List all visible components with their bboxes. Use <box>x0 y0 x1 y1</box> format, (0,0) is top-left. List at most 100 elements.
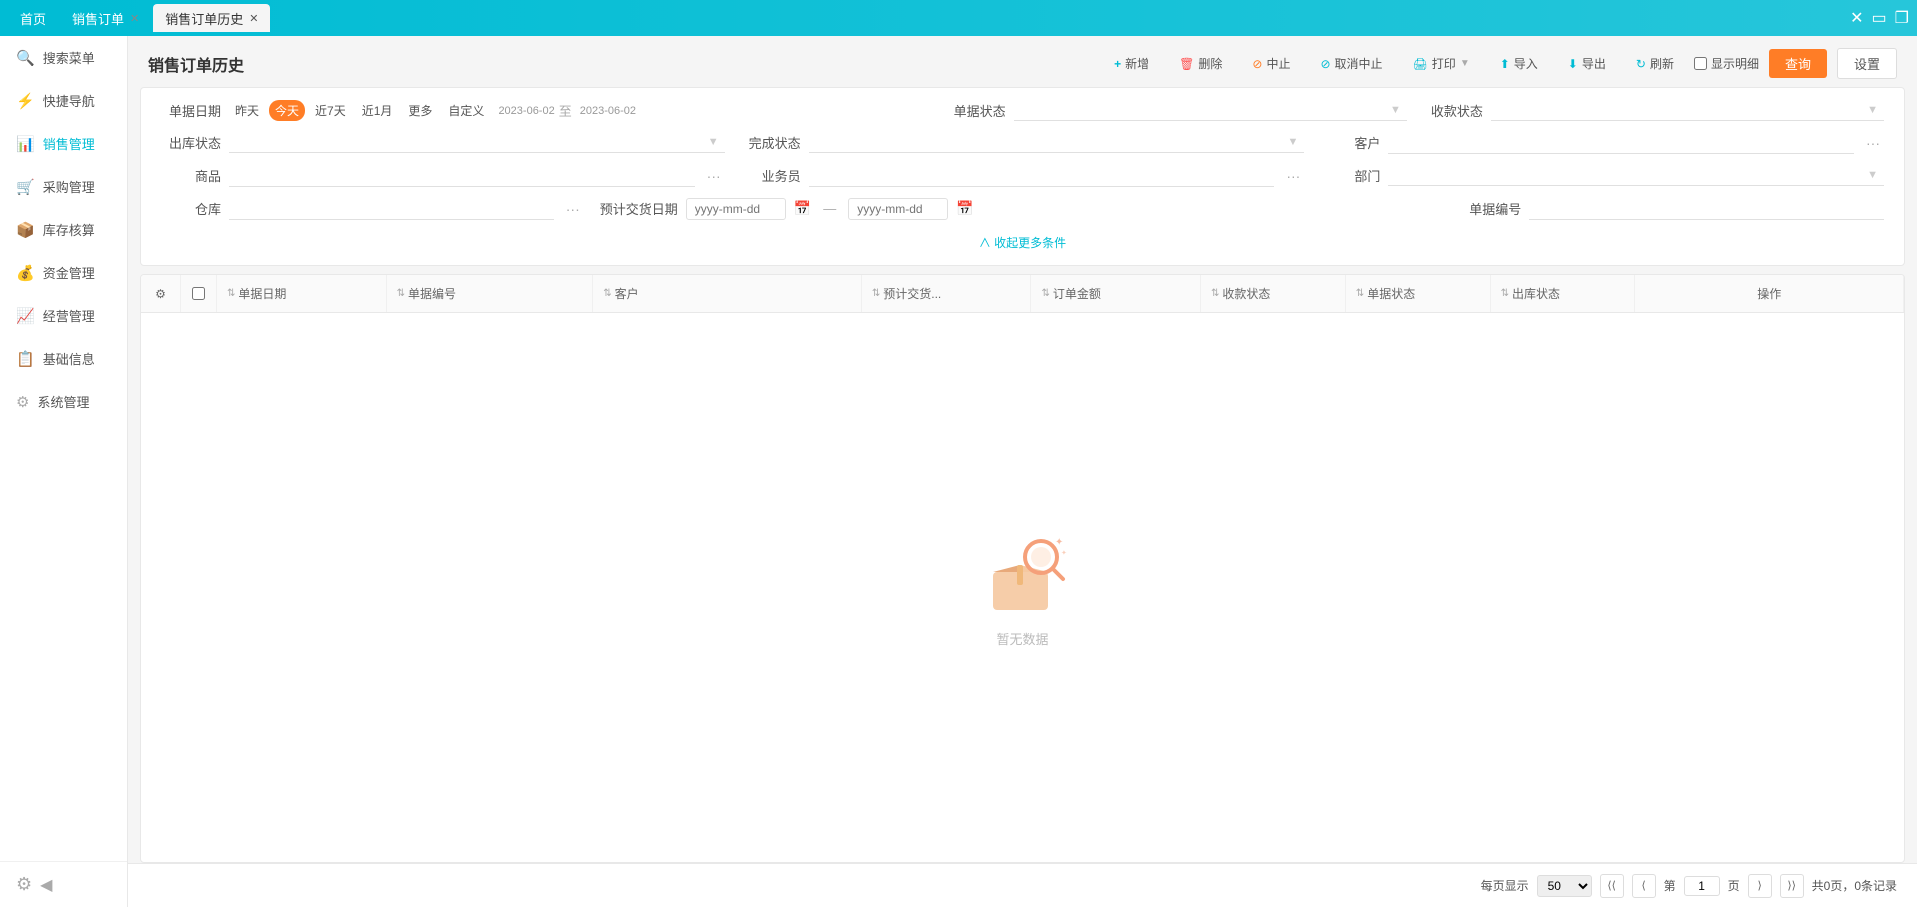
page-next-btn[interactable]: ⟩ <box>1748 874 1772 898</box>
filter-row-1: 单据日期 昨天 今天 近7天 近1月 更多 自定义 2023-06-02 至 2… <box>161 100 1884 121</box>
th-checkbox[interactable] <box>181 275 217 312</box>
product-input[interactable] <box>229 164 695 187</box>
close-window-icon[interactable]: ✕ <box>1850 8 1863 28</box>
tab-home[interactable]: 首页 <box>8 4 58 32</box>
minimize-icon[interactable]: ▭ <box>1872 8 1887 28</box>
date-btn-yesterday[interactable]: 昨天 <box>229 100 265 121</box>
page-prev-btn[interactable]: ⟨ <box>1632 874 1656 898</box>
per-page-select[interactable]: 50 10 20 100 <box>1537 875 1592 897</box>
page-first-btn[interactable]: ⟨⟨ <box>1600 874 1624 898</box>
btn-stop[interactable]: ⊘ 中止 <box>1242 51 1300 76</box>
dept-chevron: ▼ <box>1867 169 1878 181</box>
calendar-to-icon[interactable]: 📅 <box>956 200 973 217</box>
filter-row-3: 商品 ··· 业务员 ··· 部门 ▼ <box>161 164 1884 187</box>
page-last-btn[interactable]: ⟩⟩ <box>1780 874 1804 898</box>
sidebar-item-inventory[interactable]: 📦 库存核算 <box>0 208 127 251</box>
date-btn-more[interactable]: 更多 <box>402 100 438 121</box>
sidebar-settings-icon[interactable]: ⚙ <box>16 874 32 895</box>
show-detail-checkbox[interactable]: 显示明细 <box>1694 55 1759 72</box>
sidebar-item-purchase[interactable]: 🛒 采购管理 <box>0 165 127 208</box>
filter-panel: 单据日期 昨天 今天 近7天 近1月 更多 自定义 2023-06-02 至 2… <box>140 87 1905 266</box>
doc-status-select[interactable]: ▼ <box>1014 100 1407 121</box>
sidebar-item-operation-label: 经营管理 <box>43 306 95 325</box>
per-page-label: 每页显示 <box>1481 877 1529 894</box>
customer-input[interactable] <box>1388 131 1854 154</box>
btn-print[interactable]: 🖨 打印 ▼ <box>1403 51 1480 76</box>
th-doc-no[interactable]: ⇅ 单据编号 <box>387 275 594 312</box>
tab-home-label: 首页 <box>20 9 46 28</box>
page-number-input[interactable] <box>1684 876 1720 896</box>
salesman-dots[interactable]: ··· <box>1282 168 1304 184</box>
date-btn-today[interactable]: 今天 <box>269 100 305 121</box>
th-delivery[interactable]: ⇅ 预计交货... <box>862 275 1032 312</box>
btn-import[interactable]: ⬆ 导入 <box>1490 51 1548 76</box>
table-area: ⚙ ⇅ 单据日期 ⇅ 单据编号 ⇅ 客户 ⇅ <box>140 274 1905 863</box>
tab-sales-order-history[interactable]: 销售订单历史 ✕ <box>153 4 270 32</box>
maximize-icon[interactable]: ❐ <box>1895 8 1909 28</box>
th-amount[interactable]: ⇅ 订单金额 <box>1031 275 1201 312</box>
btn-new[interactable]: + 新增 <box>1104 51 1159 76</box>
page-unit-label: 页 <box>1728 877 1740 894</box>
pay-status-select[interactable]: ▼ <box>1491 100 1884 121</box>
collapse-row[interactable]: ∧ 收起更多条件 <box>161 230 1884 253</box>
date-btn-7days[interactable]: 近7天 <box>309 100 352 121</box>
sidebar-item-search[interactable]: 🔍 搜索菜单 <box>0 36 127 79</box>
filter-salesman: 业务员 ··· <box>725 164 1305 187</box>
date-range-end: 2023-06-02 <box>580 105 636 117</box>
btn-refresh[interactable]: ↻ 刷新 <box>1626 51 1684 76</box>
sidebar-item-sales[interactable]: 📊 销售管理 <box>0 122 127 165</box>
btn-export[interactable]: ⬇ 导出 <box>1558 51 1616 76</box>
th-settings[interactable]: ⚙ <box>141 275 181 312</box>
th-sort-icon-pay: ⇅ <box>1211 288 1219 299</box>
delivery-date-to[interactable] <box>848 198 948 220</box>
customer-dots[interactable]: ··· <box>1862 135 1884 151</box>
calendar-from-icon[interactable]: 📅 <box>794 200 811 217</box>
sidebar-item-operation[interactable]: 📈 经营管理 <box>0 294 127 337</box>
query-button[interactable]: 查询 <box>1769 49 1827 78</box>
sidebar-item-quicknav[interactable]: ⚡ 快捷导航 <box>0 79 127 122</box>
select-all-checkbox[interactable] <box>192 287 205 300</box>
th-sort-icon-out: ⇅ <box>1501 288 1509 299</box>
sidebar-item-basic[interactable]: 📋 基础信息 <box>0 337 127 380</box>
product-dots[interactable]: ··· <box>703 168 725 184</box>
th-doc-status[interactable]: ⇅ 单据状态 <box>1346 275 1491 312</box>
settings-button[interactable]: 设置 <box>1837 48 1897 79</box>
filter-doc-no: 单据编号 <box>1445 197 1884 220</box>
date-btn-1month[interactable]: 近1月 <box>356 100 399 121</box>
sidebar-item-system[interactable]: ⚙ 系统管理 <box>0 380 127 423</box>
warehouse-input[interactable] <box>229 197 554 220</box>
warehouse-dots[interactable]: ··· <box>562 201 584 217</box>
out-status-label: 出库状态 <box>161 133 221 152</box>
complete-status-label: 完成状态 <box>741 133 801 152</box>
th-action: 操作 <box>1635 275 1904 312</box>
pay-status-label: 收款状态 <box>1423 101 1483 120</box>
tab-sales-order[interactable]: 销售订单 ✕ <box>60 4 151 32</box>
btn-cancel-stop[interactable]: ⊘ 取消中止 <box>1310 51 1392 76</box>
sidebar-item-quicknav-label: 快捷导航 <box>43 91 95 110</box>
dept-select[interactable]: ▼ <box>1388 165 1884 186</box>
finance-icon: 💰 <box>16 264 35 282</box>
th-doc-date[interactable]: ⇅ 单据日期 <box>217 275 387 312</box>
sidebar-item-search-label: 搜索菜单 <box>43 48 95 67</box>
delivery-date-from[interactable] <box>686 198 786 220</box>
th-sort-icon-amount: ⇅ <box>1041 288 1049 299</box>
th-out-status[interactable]: ⇅ 出库状态 <box>1491 275 1636 312</box>
th-sort-icon-delivery: ⇅ <box>872 288 880 299</box>
doc-no-input[interactable] <box>1529 197 1884 220</box>
filter-out-status: 出库状态 ▼ <box>161 132 725 153</box>
tab-sales-order-close[interactable]: ✕ <box>130 12 139 25</box>
salesman-label: 业务员 <box>741 166 801 185</box>
filter-row-2: 出库状态 ▼ 完成状态 ▼ 客户 ··· <box>161 131 1884 154</box>
date-btn-custom[interactable]: 自定义 <box>442 100 490 121</box>
sidebar-item-sales-label: 销售管理 <box>43 134 95 153</box>
show-detail-input[interactable] <box>1694 57 1707 70</box>
complete-status-select[interactable]: ▼ <box>809 132 1305 153</box>
tab-sales-order-history-close[interactable]: ✕ <box>249 12 258 25</box>
out-status-select[interactable]: ▼ <box>229 132 725 153</box>
th-pay-status[interactable]: ⇅ 收款状态 <box>1201 275 1346 312</box>
sidebar-collapse-icon[interactable]: ◀ <box>40 875 52 895</box>
salesman-input[interactable] <box>809 164 1275 187</box>
th-customer[interactable]: ⇅ 客户 <box>593 275 862 312</box>
btn-delete[interactable]: 🗑 删除 <box>1169 51 1232 76</box>
sidebar-item-finance[interactable]: 💰 资金管理 <box>0 251 127 294</box>
